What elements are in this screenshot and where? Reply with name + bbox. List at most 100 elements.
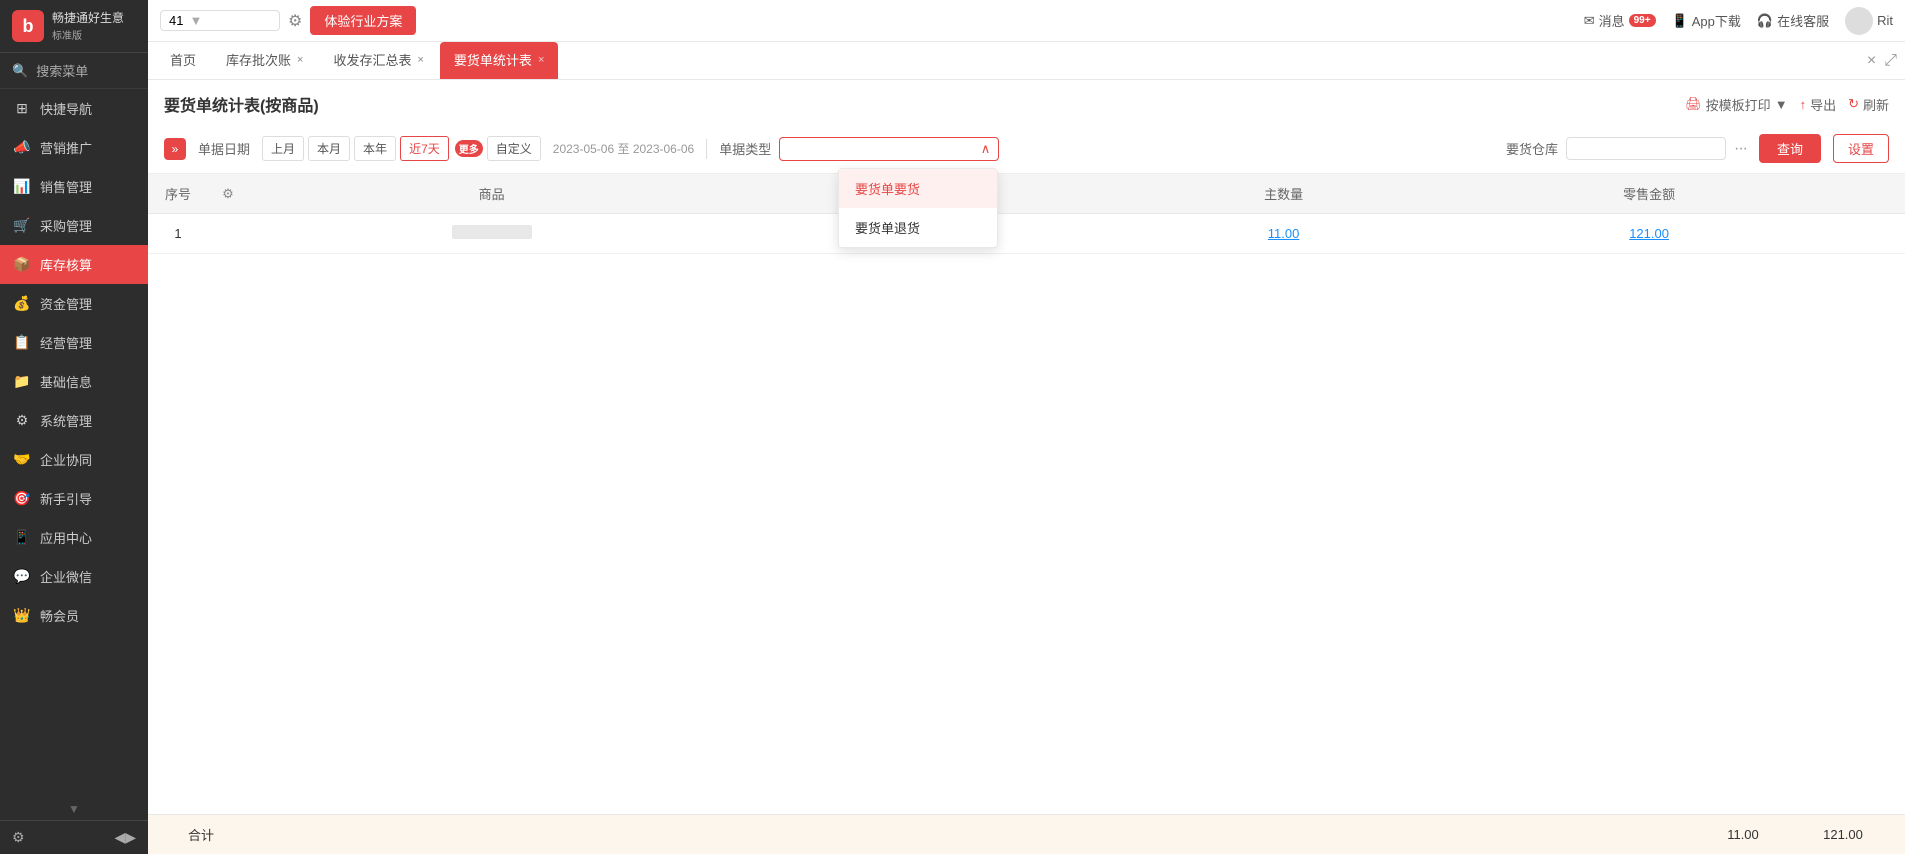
footer-amount: 121.00	[1793, 827, 1893, 842]
amount-link[interactable]: 121.00	[1629, 226, 1669, 241]
cell-gear	[208, 214, 248, 254]
export-btn[interactable]: ↑ 导出	[1800, 95, 1837, 114]
sidebar-item-sales[interactable]: 📊 销售管理	[0, 167, 148, 206]
filter-date-group: 上月 本月 本年 近7天 更多 自定义	[262, 136, 541, 161]
print-btn[interactable]: 🖨 按模板打印 ▼	[1685, 95, 1787, 114]
tab-delivery-close[interactable]: ×	[417, 54, 423, 66]
print-btn-label: 按模板打印	[1706, 95, 1771, 114]
warehouse-filter-input[interactable]	[1566, 137, 1726, 160]
page-content: 要货单统计表(按商品) 🖨 按模板打印 ▼ ↑ 导出 ↻ 刷新 »	[148, 80, 1905, 854]
date-btn-week7[interactable]: 近7天	[400, 136, 449, 161]
sidebar-logo: b 畅捷通好生意 标准版	[0, 0, 148, 53]
enterprise-icon: 🤝	[12, 451, 32, 468]
messages-label: 消息	[1599, 11, 1625, 30]
company-selector[interactable]: 41 ▼	[160, 10, 280, 31]
sidebar-item-label: 经营管理	[40, 333, 92, 352]
tab-requisition-close[interactable]: ×	[538, 54, 544, 66]
page-title: 要货单统计表(按商品)	[164, 92, 319, 116]
sidebar-item-operation[interactable]: 📋 经营管理	[0, 323, 148, 362]
sidebar-item-appstore[interactable]: 📱 应用中心	[0, 518, 148, 557]
sidebar-item-basic[interactable]: 📁 基础信息	[0, 362, 148, 401]
username-label: Rit	[1877, 13, 1893, 28]
messages-badge: 99+	[1629, 14, 1656, 27]
tab-home[interactable]: 首页	[156, 42, 210, 79]
online-service-btn[interactable]: 🎧 在线客服	[1757, 11, 1829, 30]
search-icon: 🔍	[12, 63, 28, 79]
date-btn-up[interactable]: 上月	[262, 136, 304, 161]
dropdown-option-requisition-return[interactable]: 要货单退货	[839, 208, 997, 247]
guide-icon: 🎯	[12, 490, 32, 507]
print-icon: 🖨	[1685, 96, 1702, 112]
date-btn-year[interactable]: 本年	[354, 136, 396, 161]
dropdown-option-requisition-order[interactable]: 要货单要货	[839, 169, 997, 208]
col-gear[interactable]: ⚙	[208, 174, 248, 214]
tab-delivery-label: 收发存汇总表	[333, 50, 411, 69]
tab-requisition[interactable]: 要货单统计表 ×	[440, 42, 558, 79]
cell-qty: 11.00	[1101, 214, 1467, 254]
operation-icon: 📋	[12, 334, 32, 351]
sidebar-item-label: 应用中心	[40, 528, 92, 547]
query-btn[interactable]: 查询	[1759, 134, 1821, 163]
settings-btn[interactable]: 设置	[1833, 134, 1889, 163]
tab-close-all-btn[interactable]: ×	[1867, 52, 1876, 70]
phone-icon: 📱	[1672, 13, 1688, 29]
cell-amount: 121.00	[1466, 214, 1832, 254]
sidebar-item-member[interactable]: 👑 畅会员	[0, 596, 148, 635]
sidebar-search[interactable]: 🔍 搜索菜单	[0, 53, 148, 89]
filter-bar: » 单据日期 上月 本月 本年 近7天 更多 自定义 2023-05-06 至 …	[148, 124, 1905, 174]
quick-nav-icon: ⊞	[12, 100, 32, 117]
online-service-label: 在线客服	[1777, 11, 1829, 30]
table-area: 序号 ⚙ 商品 主计量单位 主数量 零售金额 1	[148, 174, 1905, 814]
sidebar-item-label: 资金管理	[40, 294, 92, 313]
table-row: 1 块 11.00 121.00	[148, 214, 1905, 254]
date-btn-this[interactable]: 本月	[308, 136, 350, 161]
cell-seq: 1	[148, 214, 208, 254]
topbar-gear-icon[interactable]: ⚙	[288, 11, 302, 31]
sidebar-item-guide[interactable]: 🎯 新手引导	[0, 479, 148, 518]
message-icon: ✉	[1584, 13, 1595, 29]
refresh-btn-label: 刷新	[1863, 95, 1889, 114]
sidebar-item-enterprise[interactable]: 🤝 企业协同	[0, 440, 148, 479]
messages-btn[interactable]: ✉ 消息 99+	[1584, 11, 1656, 30]
warehouse-more-icon[interactable]: ···	[1734, 140, 1747, 158]
dropdown-option-label: 要货单退货	[855, 221, 920, 236]
export-btn-label: 导出	[1810, 95, 1836, 114]
sidebar-scroll-down[interactable]: ▼	[0, 798, 148, 820]
type-filter-input[interactable]: ∧	[779, 137, 999, 161]
sidebar-item-quick-nav[interactable]: ⊞ 快捷导航	[0, 89, 148, 128]
cell-product	[248, 214, 735, 254]
sidebar-item-label: 快捷导航	[40, 99, 92, 118]
qty-link[interactable]: 11.00	[1268, 226, 1300, 241]
type-filter-arrow-icon[interactable]: ∧	[981, 141, 991, 157]
sidebar-item-wechat[interactable]: 💬 企业微信	[0, 557, 148, 596]
sidebar-item-system[interactable]: ⚙ 系统管理	[0, 401, 148, 440]
tabbar: 首页 库存批次账 × 收发存汇总表 × 要货单统计表 × × ⤢	[148, 42, 1905, 80]
sales-icon: 📊	[12, 178, 32, 195]
footer-total-label: 合计	[188, 828, 214, 843]
date-btn-custom[interactable]: 自定义	[487, 136, 541, 161]
col-empty	[1832, 174, 1905, 214]
tab-batch[interactable]: 库存批次账 ×	[212, 42, 317, 79]
filter-expand-btn[interactable]: »	[164, 138, 186, 160]
user-avatar-btn[interactable]: Rit	[1845, 7, 1893, 35]
trial-btn[interactable]: 体验行业方案	[310, 6, 416, 35]
sidebar-item-purchase[interactable]: 🛒 采购管理	[0, 206, 148, 245]
sidebar-item-label: 系统管理	[40, 411, 92, 430]
sidebar-settings-btn[interactable]: ⚙	[12, 829, 25, 846]
sidebar-search-label: 搜索菜单	[36, 61, 88, 80]
sidebar-item-inventory[interactable]: 📦 库存核算	[0, 245, 148, 284]
tab-batch-close[interactable]: ×	[297, 54, 303, 66]
brand-info: 畅捷通好生意 标准版	[52, 10, 124, 42]
tab-expand-btn[interactable]: ⤢	[1884, 52, 1897, 70]
app-download-btn[interactable]: 📱 App下载	[1672, 11, 1741, 30]
sidebar-item-label: 库存核算	[40, 255, 92, 274]
sidebar-item-marketing[interactable]: 📣 营销推广	[0, 128, 148, 167]
table-footer: 合计 11.00 121.00	[148, 814, 1905, 854]
topbar-left: 41 ▼ ⚙ 体验行业方案	[160, 6, 416, 35]
refresh-btn[interactable]: ↻ 刷新	[1848, 95, 1889, 114]
warehouse-filter-label: 要货仓库	[1506, 139, 1558, 158]
sidebar-item-finance[interactable]: 💰 资金管理	[0, 284, 148, 323]
sidebar-collapse-btn[interactable]: ◀▶	[114, 829, 136, 846]
tab-delivery[interactable]: 收发存汇总表 ×	[319, 42, 437, 79]
column-settings-icon[interactable]: ⚙	[222, 186, 234, 201]
